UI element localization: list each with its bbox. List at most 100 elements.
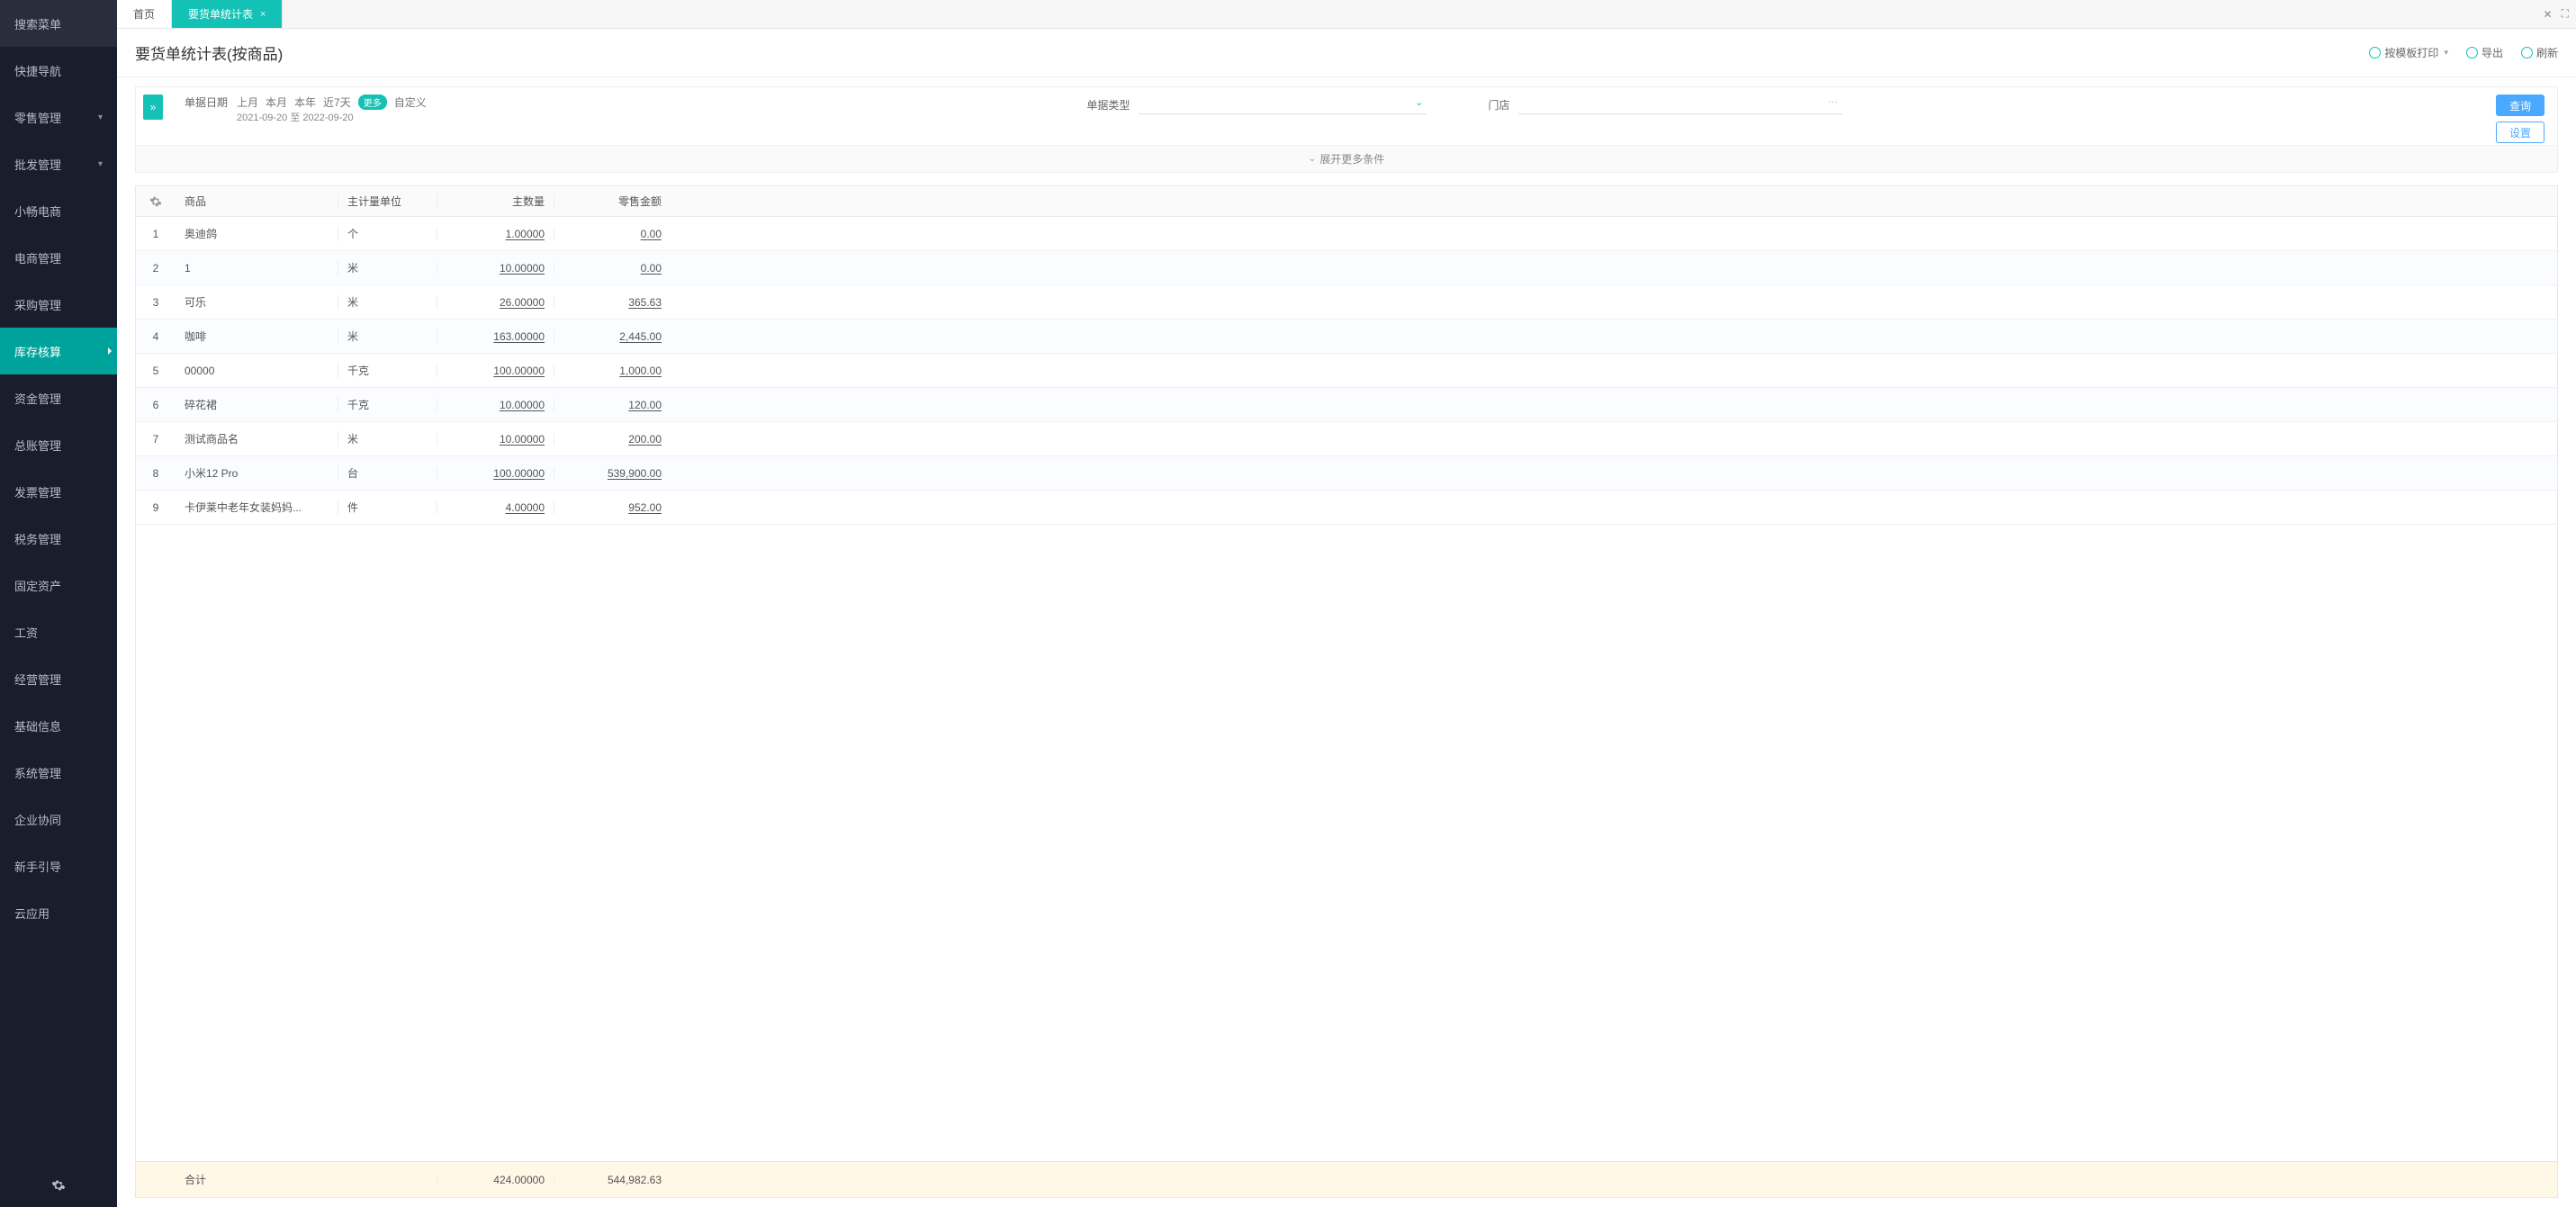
cell-qty[interactable]: 26.00000 [437,296,554,309]
sidebar-item-5[interactable]: 电商管理 [0,234,117,281]
cell-amount[interactable]: 2,445.00 [554,330,671,343]
sidebar-item-4[interactable]: 小畅电商 [0,187,117,234]
settings-column-header[interactable] [136,195,176,208]
query-button[interactable]: 查询 [2496,95,2544,116]
close-all-icon[interactable]: ✕ [2544,8,2553,21]
date-this-year[interactable]: 本年 [294,95,316,110]
cell-qty[interactable]: 100.00000 [437,365,554,377]
sidebar-item-16[interactable]: 系统管理 [0,749,117,796]
sidebar-item-label: 企业协同 [14,811,61,828]
cell-index: 7 [136,433,176,446]
date-more-badge[interactable]: 更多 [358,95,387,110]
sidebar-item-13[interactable]: 工资 [0,608,117,655]
sidebar-item-label: 税务管理 [14,530,61,547]
tab-home[interactable]: 首页 [117,0,172,28]
cell-index: 4 [136,330,176,343]
config-label: 设置 [2509,125,2531,140]
cell-qty[interactable]: 4.00000 [437,501,554,514]
table-row[interactable]: 21米10.000000.00 [136,251,2557,285]
gear-icon [149,195,162,208]
cell-product: 可乐 [176,294,338,310]
export-button[interactable]: 导出 [2466,45,2503,60]
table-row[interactable]: 8小米12 Pro台100.00000539,900.00 [136,456,2557,491]
cell-amount[interactable]: 952.00 [554,501,671,514]
table-row[interactable]: 7测试商品名米10.00000200.00 [136,422,2557,456]
export-label: 导出 [2481,45,2503,60]
cell-qty[interactable]: 1.00000 [437,228,554,240]
filter-type-input[interactable] [1139,95,1427,114]
cell-qty[interactable]: 10.00000 [437,262,554,275]
sidebar-item-3[interactable]: 批发管理▾ [0,140,117,187]
table-row[interactable]: 3可乐米26.00000365.63 [136,285,2557,320]
cell-amount[interactable]: 200.00 [554,433,671,446]
date-this-month[interactable]: 本月 [266,95,287,110]
sidebar-item-label: 资金管理 [14,390,61,407]
data-table: 商品 主计量单位 主数量 零售金额 1奥迪鸽个1.000000.0021米10.… [135,185,2558,1198]
export-icon [2466,47,2478,59]
config-button[interactable]: 设置 [2496,122,2544,143]
sidebar-settings[interactable] [0,1164,117,1207]
sidebar-item-6[interactable]: 采购管理 [0,281,117,328]
cell-amount[interactable]: 365.63 [554,296,671,309]
tab-label: 要货单统计表 [188,6,253,22]
refresh-button[interactable]: 刷新 [2521,45,2558,60]
sidebar-item-2[interactable]: 零售管理▾ [0,94,117,140]
sidebar-item-1[interactable]: 快捷导航 [0,47,117,94]
cell-unit: 米 [338,329,437,344]
cell-amount[interactable]: 120.00 [554,399,671,411]
sidebar-item-18[interactable]: 新手引导 [0,842,117,889]
col-amount[interactable]: 零售金额 [554,194,671,209]
sidebar-item-12[interactable]: 固定资产 [0,562,117,608]
sidebar-item-0[interactable]: 搜索菜单 [0,0,117,47]
collapse-filter-button[interactable]: » [143,95,163,120]
cell-amount[interactable]: 0.00 [554,262,671,275]
col-qty[interactable]: 主数量 [437,194,554,209]
close-icon[interactable]: × [260,9,266,20]
sidebar-item-11[interactable]: 税务管理 [0,515,117,562]
cell-index: 3 [136,296,176,309]
col-unit[interactable]: 主计量单位 [338,194,437,209]
query-label: 查询 [2509,98,2531,113]
table-row[interactable]: 9卡伊莱中老年女装妈妈...件4.00000952.00 [136,491,2557,525]
cell-unit: 个 [338,226,437,241]
cell-qty[interactable]: 10.00000 [437,399,554,411]
table-row[interactable]: 500000千克100.000001,000.00 [136,354,2557,388]
sidebar-item-15[interactable]: 基础信息 [0,702,117,749]
filter-store-input[interactable] [1518,95,1842,114]
expand-conditions-button[interactable]: ⌄ 展开更多条件 [136,145,2557,172]
date-last-month[interactable]: 上月 [237,95,258,110]
cell-amount[interactable]: 0.00 [554,228,671,240]
table-row[interactable]: 1奥迪鸽个1.000000.00 [136,217,2557,251]
sidebar-item-9[interactable]: 总账管理 [0,421,117,468]
sidebar-item-label: 系统管理 [14,764,61,781]
sidebar-item-label: 零售管理 [14,109,61,126]
cell-amount[interactable]: 1,000.00 [554,365,671,377]
filter-store-label: 门店 [1459,97,1509,113]
sidebar-item-10[interactable]: 发票管理 [0,468,117,515]
cell-unit: 台 [338,465,437,481]
filter-type-label: 单据类型 [1079,97,1130,113]
table-row[interactable]: 4咖啡米163.000002,445.00 [136,320,2557,354]
sidebar-item-8[interactable]: 资金管理 [0,374,117,421]
date-last7[interactable]: 近7天 [323,95,351,110]
cell-qty[interactable]: 163.00000 [437,330,554,343]
cell-product: 1 [176,262,338,275]
sidebar-item-label: 工资 [14,624,38,641]
cell-qty[interactable]: 100.00000 [437,467,554,480]
tab-current[interactable]: 要货单统计表 × [172,0,283,28]
sidebar-item-14[interactable]: 经营管理 [0,655,117,702]
cell-qty[interactable]: 10.00000 [437,433,554,446]
sidebar-item-label: 电商管理 [14,249,61,266]
table-row[interactable]: 6碎花裙千克10.00000120.00 [136,388,2557,422]
sidebar-item-19[interactable]: 云应用 [0,889,117,936]
date-custom[interactable]: 自定义 [394,95,427,110]
sidebar-item-17[interactable]: 企业协同 [0,796,117,842]
footer-amount: 544,982.63 [554,1174,671,1186]
cell-index: 6 [136,399,176,411]
sidebar-item-7[interactable]: 库存核算 [0,328,117,374]
print-button[interactable]: 按模板打印 ▾ [2369,45,2448,60]
fullscreen-icon[interactable]: ⛶ [2562,7,2569,21]
cell-amount[interactable]: 539,900.00 [554,467,671,480]
cell-index: 8 [136,467,176,480]
col-product[interactable]: 商品 [176,194,338,209]
